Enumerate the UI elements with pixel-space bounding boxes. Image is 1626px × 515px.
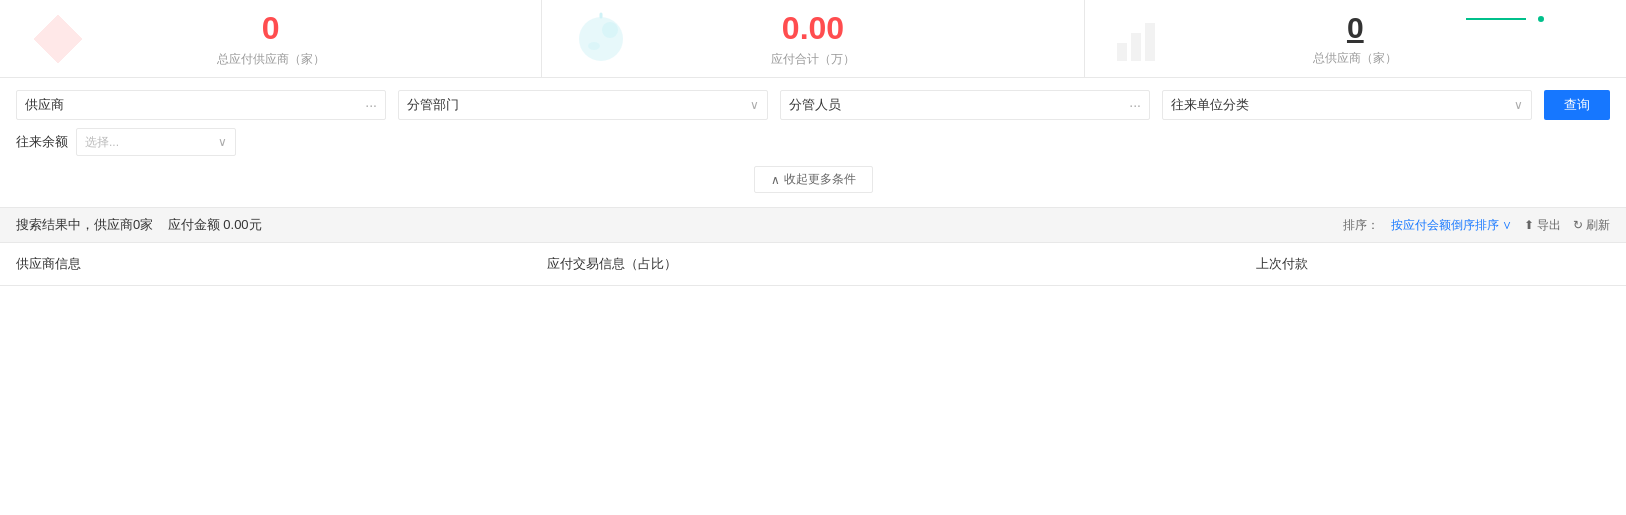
unit-class-filter[interactable]: 往来单位分类 ∨ — [1162, 90, 1532, 120]
svg-point-2 — [579, 17, 623, 61]
tooltip-line — [1466, 18, 1526, 20]
supplier-dots-button[interactable]: ··· — [365, 97, 377, 113]
export-label: 导出 — [1537, 217, 1561, 234]
result-amount-text: 应付金额 0.00元 — [168, 217, 262, 232]
unit-class-arrow: ∨ — [1514, 98, 1523, 112]
piggy-icon — [572, 10, 630, 68]
total-suppliers-label: 总供应商（家） — [1313, 50, 1397, 67]
table-col2-header: 应付交易信息（占比） — [547, 255, 1255, 273]
sort-value-button[interactable]: 按应付会额倒序排序 ∨ — [1391, 217, 1512, 234]
department-arrow: ∨ — [750, 98, 759, 112]
query-button[interactable]: 查询 — [1544, 90, 1610, 120]
person-filter[interactable]: 分管人员 ··· — [780, 90, 1150, 120]
svg-point-4 — [588, 42, 600, 50]
stat-payable-suppliers: 0 总应付供应商（家） — [0, 0, 542, 77]
person-dots-button[interactable]: ··· — [1129, 97, 1141, 113]
balance-label: 往来余额 — [16, 133, 68, 151]
filter-row-2: 往来余额 选择... ∨ — [16, 128, 1610, 156]
collapse-label: 收起更多条件 — [784, 171, 856, 188]
filter-area: 供应商 ··· 分管部门 ∨ 分管人员 ··· 往来单位分类 ∨ 查询 往来余额 — [0, 78, 1626, 208]
table-body — [0, 286, 1626, 515]
collapse-button[interactable]: ∧ 收起更多条件 — [754, 166, 873, 193]
balance-select[interactable]: 选择... ∨ — [76, 128, 236, 156]
sort-label: 排序： — [1343, 217, 1379, 234]
result-info: 搜索结果中，供应商0家 应付金额 0.00元 — [16, 216, 262, 234]
balance-arrow: ∨ — [218, 135, 227, 149]
export-icon: ⬆ — [1524, 218, 1534, 232]
supplier-input[interactable] — [70, 98, 365, 112]
table-col3-header: 上次付款 — [1256, 255, 1610, 273]
svg-point-3 — [602, 22, 618, 38]
chart-icon — [1113, 13, 1165, 65]
tooltip-wrapper: 快速录单的快捷键说明在这里 × — [1466, 14, 1546, 24]
person-input[interactable] — [847, 98, 1129, 112]
refresh-label: 刷新 — [1586, 217, 1610, 234]
payable-suppliers-label: 总应付供应商（家） — [217, 51, 325, 68]
filter-row-1: 供应商 ··· 分管部门 ∨ 分管人员 ··· 往来单位分类 ∨ 查询 — [16, 90, 1610, 120]
department-label: 分管部门 — [407, 96, 459, 114]
table-col1-header: 供应商信息 — [16, 255, 547, 273]
svg-rect-7 — [1131, 33, 1141, 61]
payable-amount-label: 应付合计（万） — [771, 51, 855, 68]
result-actions: 排序： 按应付会额倒序排序 ∨ ⬆ 导出 ↻ 刷新 — [1343, 217, 1610, 234]
refresh-icon: ↻ — [1573, 218, 1583, 232]
svg-rect-6 — [1117, 43, 1127, 61]
stat-total-suppliers: 快速录单的快捷键说明在这里 × 0 总供应商（家） — [1085, 0, 1626, 77]
result-info-text: 搜索结果中，供应商0家 — [16, 217, 153, 232]
unit-class-label: 往来单位分类 — [1171, 96, 1249, 114]
export-button[interactable]: ⬆ 导出 — [1524, 217, 1561, 234]
collapse-icon: ∧ — [771, 173, 780, 187]
total-suppliers-number: 0 — [1347, 10, 1364, 46]
diamond-icon — [30, 11, 86, 67]
supplier-filter[interactable]: 供应商 ··· — [16, 90, 386, 120]
payable-suppliers-number: 0 — [262, 9, 280, 47]
stats-bar: 0 总应付供应商（家） 0.00 应付合计（万） 快速录单的快捷键说明在这里 × — [0, 0, 1626, 78]
payable-amount-number: 0.00 — [782, 9, 844, 47]
svg-rect-8 — [1145, 23, 1155, 61]
department-filter[interactable]: 分管部门 ∨ — [398, 90, 768, 120]
person-label: 分管人员 — [789, 96, 841, 114]
table-header: 供应商信息 应付交易信息（占比） 上次付款 — [0, 243, 1626, 286]
refresh-button[interactable]: ↻ 刷新 — [1573, 217, 1610, 234]
supplier-label: 供应商 — [25, 96, 64, 114]
tooltip-dot — [1536, 14, 1546, 24]
balance-placeholder: 选择... — [85, 134, 218, 151]
stat-payable-amount: 0.00 应付合计（万） — [542, 0, 1084, 77]
result-bar: 搜索结果中，供应商0家 应付金额 0.00元 排序： 按应付会额倒序排序 ∨ ⬆… — [0, 208, 1626, 243]
